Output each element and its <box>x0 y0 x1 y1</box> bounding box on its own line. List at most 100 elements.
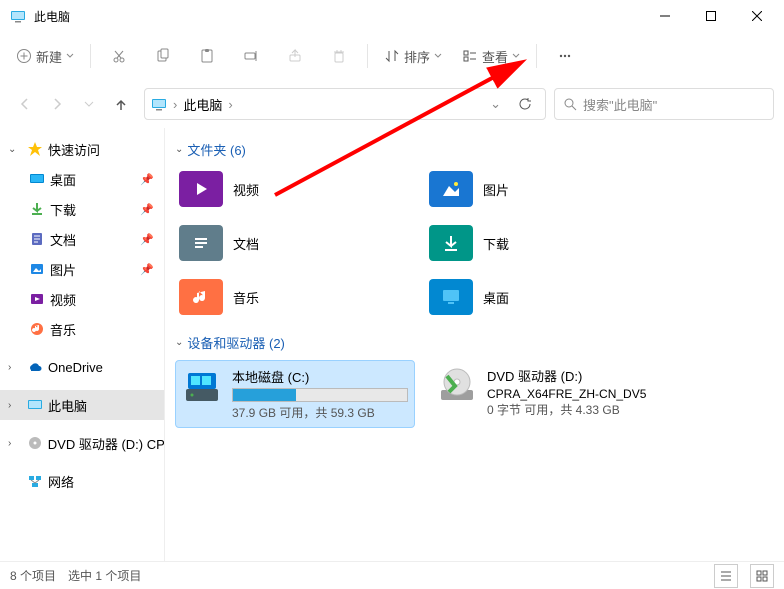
download-icon <box>28 200 46 218</box>
search-placeholder: 搜索"此电脑" <box>583 95 657 114</box>
sidebar-quick-access[interactable]: ⌄ 快速访问 <box>0 134 164 164</box>
sidebar-label: OneDrive <box>48 360 103 375</box>
dvd-drive-icon <box>437 366 477 406</box>
folder-label: 音乐 <box>233 288 259 307</box>
sidebar-pictures[interactable]: 图片 📌 <box>0 254 164 284</box>
drive-status: 0 字节 可用，共 4.33 GB <box>487 401 665 418</box>
folder-downloads[interactable]: 下载 <box>425 221 655 265</box>
pin-icon: 📌 <box>140 233 154 246</box>
this-pc-icon <box>26 396 44 414</box>
status-item-count: 8 个项目 <box>10 567 56 584</box>
sidebar-label: 文档 <box>50 230 76 249</box>
cloud-icon <box>26 358 44 376</box>
status-bar: 8 个项目 选中 1 个项目 <box>0 561 784 589</box>
video-folder-icon <box>179 171 223 207</box>
navigation-pane: ⌄ 快速访问 桌面 📌 下载 📌 文档 📌 图片 📌 视频 <box>0 128 165 561</box>
refresh-button[interactable] <box>511 97 539 111</box>
pin-icon: 📌 <box>140 263 154 276</box>
more-button[interactable] <box>545 38 585 74</box>
sidebar-onedrive[interactable]: › OneDrive <box>0 352 164 382</box>
sidebar-label: DVD 驱动器 (D:) CP <box>48 434 164 453</box>
sidebar-label: 快速访问 <box>48 140 100 159</box>
cut-button[interactable] <box>99 38 139 74</box>
folder-label: 下载 <box>483 234 509 253</box>
plus-circle-icon <box>16 48 32 64</box>
back-button[interactable] <box>10 89 40 119</box>
forward-button[interactable] <box>42 89 72 119</box>
up-button[interactable] <box>106 89 136 119</box>
separator <box>536 44 537 68</box>
chevron-down-icon <box>66 52 74 60</box>
address-path[interactable]: › 此电脑 › ⌄ <box>144 88 546 120</box>
rename-button[interactable] <box>231 38 271 74</box>
sidebar-documents[interactable]: 文档 📌 <box>0 224 164 254</box>
drive-name: 本地磁盘 (C:) <box>232 367 408 386</box>
copy-icon <box>155 48 171 64</box>
folder-pictures[interactable]: 图片 <box>425 167 655 211</box>
drive-d[interactable]: DVD 驱动器 (D:) CPRA_X64FRE_ZH-CN_DV5 0 字节 … <box>431 360 671 428</box>
sort-label: 排序 <box>404 47 430 66</box>
sidebar-downloads[interactable]: 下载 📌 <box>0 194 164 224</box>
view-button[interactable]: 查看 <box>454 38 528 74</box>
new-button[interactable]: 新建 <box>8 38 82 74</box>
view-icon <box>462 48 478 64</box>
video-icon <box>28 290 46 308</box>
share-icon <box>287 48 303 64</box>
sidebar-music[interactable]: 音乐 <box>0 314 164 344</box>
music-folder-icon <box>179 279 223 315</box>
trash-icon <box>331 48 347 64</box>
recent-button[interactable] <box>74 89 104 119</box>
group-label: 文件夹 (6) <box>187 140 246 159</box>
view-label: 查看 <box>482 47 508 66</box>
paste-button[interactable] <box>187 38 227 74</box>
drive-c[interactable]: 本地磁盘 (C:) 37.9 GB 可用，共 59.3 GB <box>175 360 415 428</box>
sidebar-videos[interactable]: 视频 <box>0 284 164 314</box>
desktop-folder-icon <box>429 279 473 315</box>
desktop-icon <box>28 170 46 188</box>
minimize-button[interactable] <box>642 0 688 32</box>
share-button[interactable] <box>275 38 315 74</box>
copy-button[interactable] <box>143 38 183 74</box>
close-button[interactable] <box>734 0 780 32</box>
sidebar-this-pc[interactable]: › 此电脑 <box>0 390 164 420</box>
search-box[interactable]: 搜索"此电脑" <box>554 88 774 120</box>
address-dropdown[interactable]: ⌄ <box>486 96 505 112</box>
folder-documents[interactable]: 文档 <box>175 221 405 265</box>
status-selected-count: 选中 1 个项目 <box>68 567 141 584</box>
sidebar-network[interactable]: › 网络 <box>0 466 164 496</box>
pin-icon: 📌 <box>140 173 154 186</box>
folder-label: 桌面 <box>483 288 509 307</box>
folder-label: 文档 <box>233 234 259 253</box>
sort-button[interactable]: 排序 <box>376 38 450 74</box>
rename-icon <box>243 48 259 64</box>
thumbnails-view-button[interactable] <box>750 564 774 588</box>
group-label: 设备和驱动器 (2) <box>187 333 285 352</box>
sidebar-label: 音乐 <box>50 320 76 339</box>
group-header-folders[interactable]: ⌄ 文件夹 (6) <box>175 140 774 159</box>
folder-desktop[interactable]: 桌面 <box>425 275 655 319</box>
sort-icon <box>384 48 400 64</box>
path-segment[interactable]: 此电脑 <box>183 95 222 114</box>
drive-status: 37.9 GB 可用，共 59.3 GB <box>232 404 408 421</box>
sidebar-label: 视频 <box>50 290 76 309</box>
details-view-button[interactable] <box>714 564 738 588</box>
sidebar-dvd[interactable]: › DVD 驱动器 (D:) CP <box>0 428 164 458</box>
sidebar-label: 桌面 <box>50 170 76 189</box>
drive-icon <box>182 367 222 407</box>
separator <box>90 44 91 68</box>
chevron-right-icon: › <box>8 362 22 373</box>
this-pc-icon <box>151 96 167 112</box>
sidebar-label: 图片 <box>50 260 76 279</box>
delete-button[interactable] <box>319 38 359 74</box>
picture-icon <box>28 260 46 278</box>
scissors-icon <box>111 48 127 64</box>
group-header-drives[interactable]: ⌄ 设备和驱动器 (2) <box>175 333 774 352</box>
maximize-button[interactable] <box>688 0 734 32</box>
clipboard-icon <box>199 48 215 64</box>
this-pc-icon <box>10 8 26 24</box>
folder-music[interactable]: 音乐 <box>175 275 405 319</box>
sidebar-label: 此电脑 <box>48 396 87 415</box>
sidebar-desktop[interactable]: 桌面 📌 <box>0 164 164 194</box>
folder-videos[interactable]: 视频 <box>175 167 405 211</box>
separator <box>367 44 368 68</box>
